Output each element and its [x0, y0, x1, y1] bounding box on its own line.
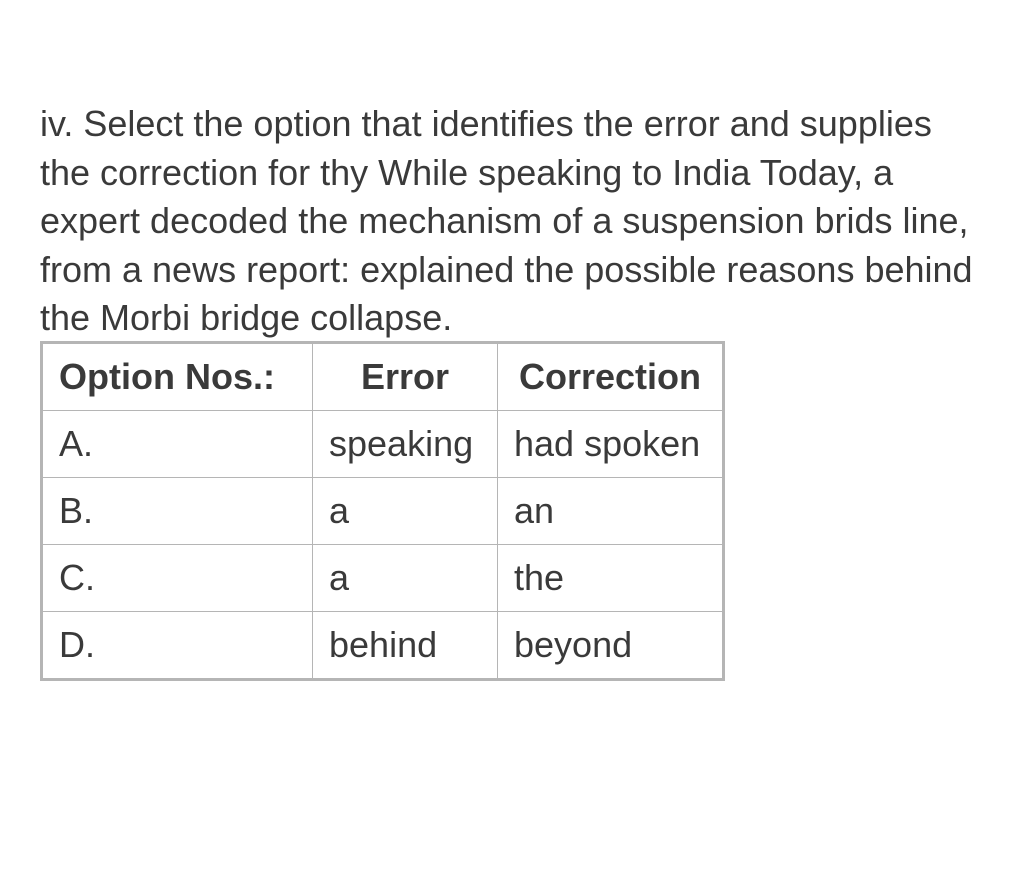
table-row: B. a an: [43, 477, 723, 544]
options-table-container: Option Nos.: Error Correction A. speakin…: [40, 341, 725, 681]
header-error: Error: [313, 343, 498, 410]
cell-correction: an: [498, 477, 723, 544]
table-header-row: Option Nos.: Error Correction: [43, 343, 723, 410]
question-prompt: iv. Select the option that identifies th…: [40, 100, 980, 343]
cell-option: C.: [43, 544, 313, 611]
cell-option: A.: [43, 410, 313, 477]
table-row: A. speaking had spoken: [43, 410, 723, 477]
header-option-nos: Option Nos.:: [43, 343, 313, 410]
cell-correction: the: [498, 544, 723, 611]
options-table: Option Nos.: Error Correction A. speakin…: [42, 343, 723, 679]
table-row: C. a the: [43, 544, 723, 611]
cell-correction: had spoken: [498, 410, 723, 477]
cell-error: a: [313, 477, 498, 544]
cell-correction: beyond: [498, 611, 723, 678]
cell-option: D.: [43, 611, 313, 678]
cell-option: B.: [43, 477, 313, 544]
cell-error: a: [313, 544, 498, 611]
cell-error: behind: [313, 611, 498, 678]
cell-error: speaking: [313, 410, 498, 477]
header-correction: Correction: [498, 343, 723, 410]
table-row: D. behind beyond: [43, 611, 723, 678]
